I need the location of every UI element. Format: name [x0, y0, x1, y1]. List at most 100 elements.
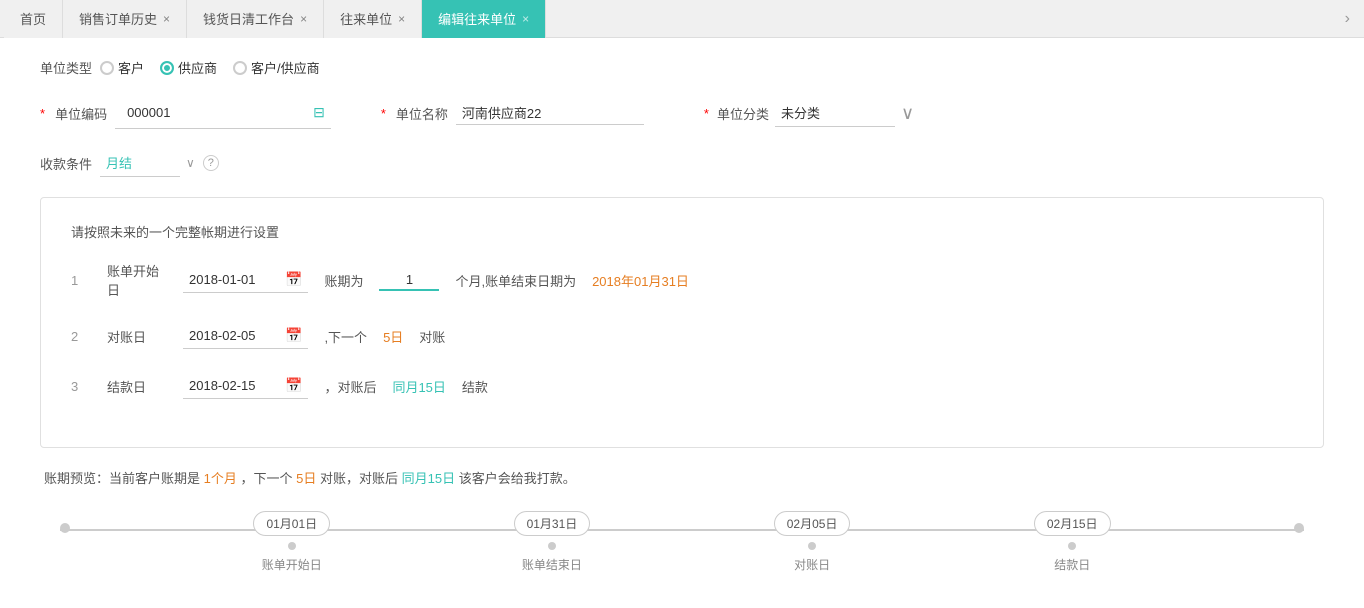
- tab-partner-units[interactable]: 往来单位 ×: [324, 0, 422, 38]
- preview-text: 账期预览：当前客户账期是 1个月 ，下一个 5日 对账，对账后 同月15日 该客…: [40, 468, 1324, 487]
- timeline-left-end: [60, 511, 70, 533]
- settings-title: 请按照未来的一个完整帐期进行设置: [71, 222, 1293, 241]
- row-2-suffix: 对账: [419, 327, 445, 346]
- tab-home[interactable]: 首页: [4, 0, 63, 38]
- radio-supplier-label: 供应商: [178, 58, 217, 77]
- timeline-point-1: 01月01日 账单开始日: [253, 511, 330, 573]
- row-3-date-container: 📅: [183, 373, 308, 399]
- row-3-label: 结款日: [107, 377, 167, 396]
- tab-sales-history[interactable]: 销售订单历史 ×: [63, 0, 187, 38]
- preview-part1: 1个月: [204, 471, 237, 486]
- preview-part3: 同月15日: [402, 471, 455, 486]
- timeline-label-3: 对账日: [794, 556, 830, 573]
- timeline-left-dot: [60, 523, 70, 533]
- row-1-date-input[interactable]: [189, 272, 279, 287]
- timeline-point-3: 02月05日 对账日: [774, 511, 851, 573]
- payment-select[interactable]: 月结 ∨: [100, 149, 195, 177]
- unit-code-group: * 单位编码 ⊟: [40, 97, 331, 129]
- payment-label: 收款条件: [40, 154, 92, 173]
- timeline-point-2: 01月31日 账单结束日: [514, 511, 591, 573]
- row-1-suffix: 账期为: [324, 271, 363, 290]
- preview-mid2: 对账，对账后: [320, 471, 398, 486]
- timeline-dot-2: [548, 542, 556, 550]
- row-1-number: 1: [71, 273, 91, 288]
- setting-row-2: 2 对账日 📅 ,下一个 5日 对账: [71, 323, 1293, 349]
- radio-both-circle: [233, 61, 247, 75]
- unit-class-label: 单位分类: [717, 104, 769, 123]
- row-1-period-unit: 个月,账单结束日期为: [455, 271, 576, 290]
- tab-home-label: 首页: [20, 9, 46, 28]
- row-2-label: 对账日: [107, 327, 167, 346]
- timeline-dot-3: [808, 542, 816, 550]
- settings-box: 请按照未来的一个完整帐期进行设置 1 账单开始日 📅 账期为 个月,账单结束日期…: [40, 197, 1324, 448]
- radio-both-label: 客户/供应商: [251, 58, 320, 77]
- tab-sales-history-label: 销售订单历史: [79, 9, 157, 28]
- unit-class-star: *: [704, 106, 709, 121]
- unit-code-copy-icon[interactable]: ⊟: [313, 104, 325, 121]
- radio-supplier-circle: [160, 61, 174, 75]
- row-2-number: 2: [71, 329, 91, 344]
- setting-row-3: 3 结款日 📅 ，对账后 同月15日 结款: [71, 373, 1293, 399]
- payment-chevron-icon: ∨: [186, 156, 195, 170]
- radio-customer-label: 客户: [118, 58, 144, 77]
- radio-both[interactable]: 客户/供应商: [233, 58, 320, 77]
- tab-edit-partner[interactable]: 编辑往来单位 ×: [422, 0, 546, 38]
- timeline-dot-4: [1068, 542, 1076, 550]
- preview-mid1: ，下一个: [241, 471, 293, 486]
- timeline-date-3: 02月05日: [774, 511, 851, 536]
- tab-cash-work-close[interactable]: ×: [300, 12, 307, 26]
- timeline-items: 01月01日 账单开始日 01月31日 账单结束日 02月05日 对账日 02月…: [60, 511, 1304, 573]
- timeline-label-4: 结款日: [1054, 556, 1090, 573]
- unit-type-row: 单位类型 客户 供应商 客户/供应商: [40, 58, 1324, 77]
- tab-expand-button[interactable]: ›: [1335, 10, 1360, 28]
- payment-row: 收款条件 月结 ∨ ?: [40, 149, 1324, 177]
- preview-suffix: 该客户会给我打款。: [459, 471, 576, 486]
- tab-edit-partner-label: 编辑往来单位: [438, 9, 516, 28]
- unit-code-input[interactable]: [121, 101, 309, 124]
- payment-group: 收款条件 月结 ∨ ?: [40, 149, 219, 177]
- unit-class-chevron-icon[interactable]: ∨: [901, 103, 914, 124]
- radio-group: 客户 供应商 客户/供应商: [100, 58, 320, 77]
- timeline-date-2: 01月31日: [514, 511, 591, 536]
- row-2-date-container: 📅: [183, 323, 308, 349]
- row-2-date-input[interactable]: [189, 328, 279, 343]
- preview-part2: 5日: [296, 471, 316, 486]
- unit-type-group: 单位类型 客户 供应商 客户/供应商: [40, 58, 320, 77]
- tab-partner-units-close[interactable]: ×: [398, 12, 405, 26]
- unit-info-row: * 单位编码 ⊟ * 单位名称 * 单位分类 未分类 ∨: [40, 97, 1324, 129]
- tab-sales-history-close[interactable]: ×: [163, 12, 170, 26]
- timeline-date-4: 02月15日: [1034, 511, 1111, 536]
- row-3-prefix: ，对账后: [324, 377, 376, 396]
- row-1-period-input[interactable]: [379, 270, 439, 291]
- row-3-calendar-icon[interactable]: 📅: [285, 377, 302, 394]
- unit-class-group: * 单位分类 未分类 ∨: [704, 99, 914, 127]
- unit-name-star: *: [381, 106, 386, 121]
- row-1-calendar-icon[interactable]: 📅: [285, 271, 302, 288]
- payment-help-icon[interactable]: ?: [203, 155, 219, 171]
- unit-name-input[interactable]: [456, 101, 644, 125]
- preview-prefix: 账期预览：当前客户账期是: [44, 471, 200, 486]
- unit-class-select[interactable]: 未分类: [775, 99, 895, 127]
- radio-customer-circle: [100, 61, 114, 75]
- row-2-highlight: 5日: [383, 327, 403, 346]
- unit-class-value: 未分类: [781, 103, 820, 122]
- row-3-highlight: 同月15日: [392, 377, 445, 396]
- setting-row-1: 1 账单开始日 📅 账期为 个月,账单结束日期为 2018年01月31日: [71, 261, 1293, 299]
- tab-cash-work[interactable]: 钱货日清工作台 ×: [187, 0, 324, 38]
- timeline-date-1: 01月01日: [253, 511, 330, 536]
- row-3-suffix: 结款: [462, 377, 488, 396]
- timeline-label-2: 账单结束日: [522, 556, 582, 573]
- row-1-date-container: 📅: [183, 267, 308, 293]
- row-3-date-input[interactable]: [189, 378, 279, 393]
- tab-partner-units-label: 往来单位: [340, 9, 392, 28]
- unit-name-group: * 单位名称: [381, 101, 644, 125]
- tab-edit-partner-close[interactable]: ×: [522, 12, 529, 26]
- main-content: 单位类型 客户 供应商 客户/供应商 * 单位编码: [0, 38, 1364, 608]
- timeline-dot-1: [288, 542, 296, 550]
- timeline-label-1: 账单开始日: [262, 556, 322, 573]
- radio-customer[interactable]: 客户: [100, 58, 144, 77]
- unit-name-label: 单位名称: [396, 104, 448, 123]
- row-2-calendar-icon[interactable]: 📅: [285, 327, 302, 344]
- radio-supplier[interactable]: 供应商: [160, 58, 217, 77]
- row-1-label: 账单开始日: [107, 261, 167, 299]
